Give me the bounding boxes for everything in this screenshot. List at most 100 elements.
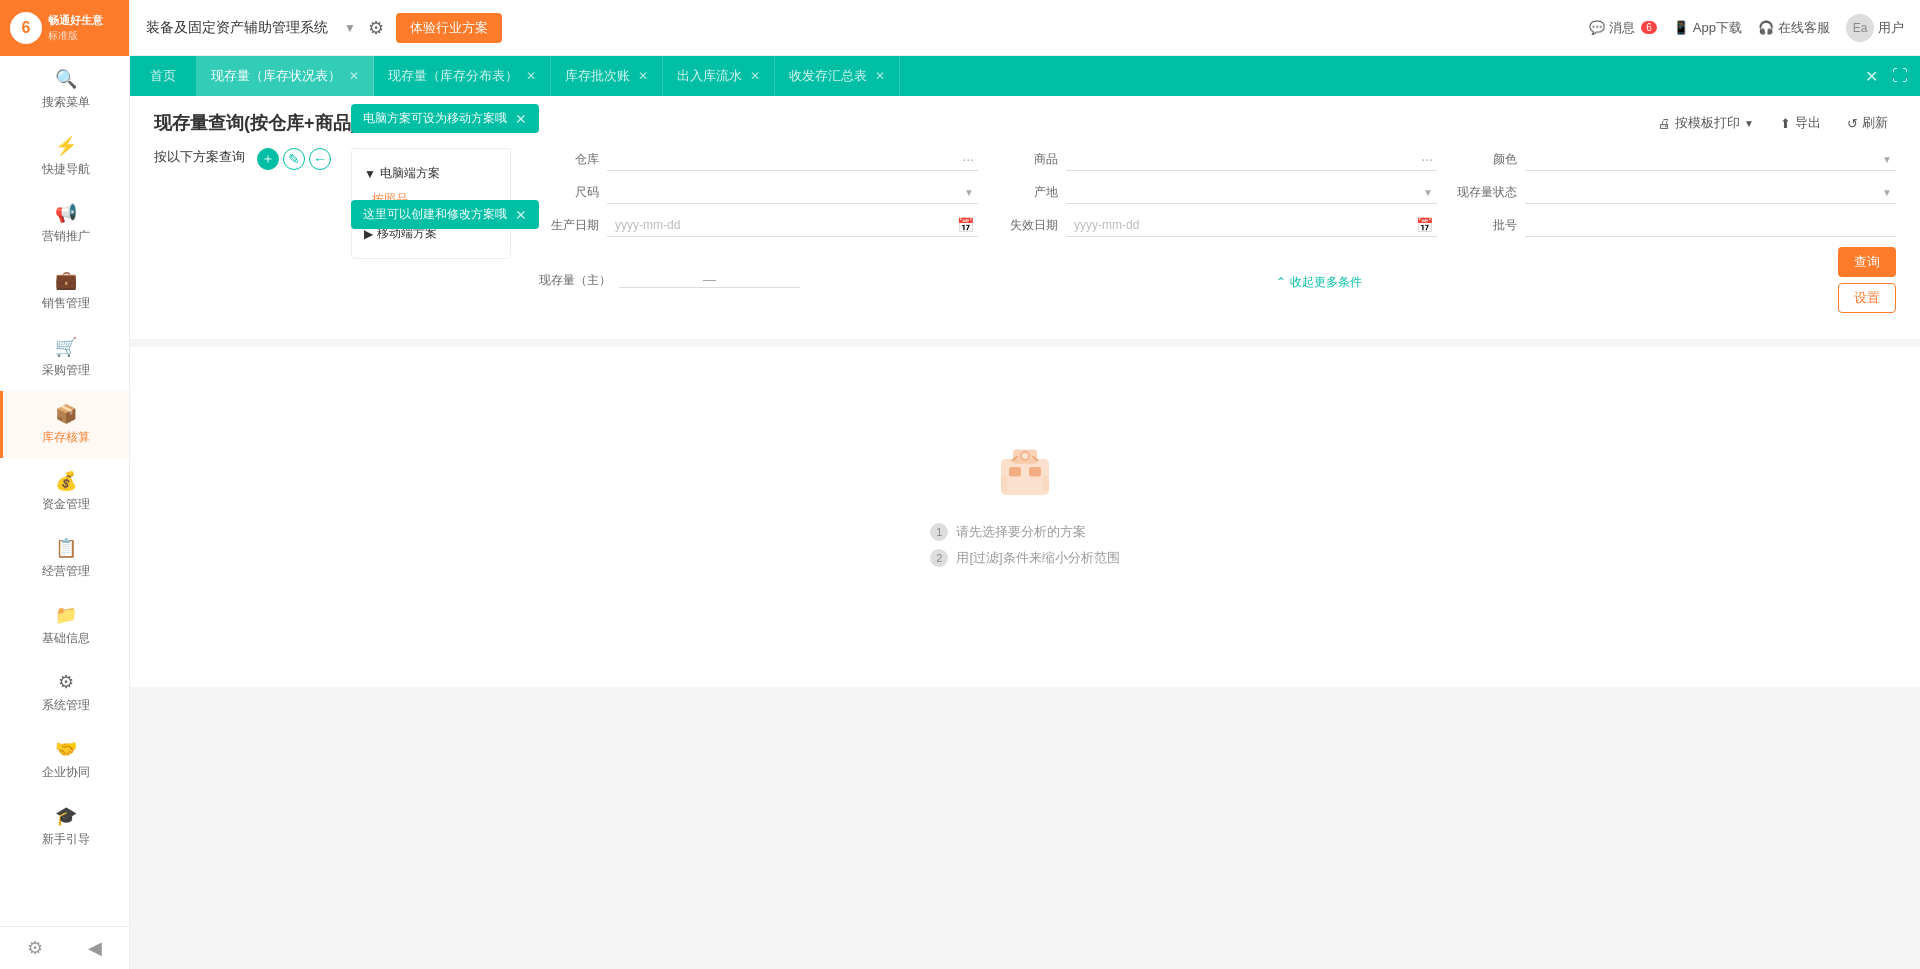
- size-arrow-icon[interactable]: ▼: [964, 187, 978, 198]
- tab-batch-ledger[interactable]: 库存批次账 ✕: [551, 56, 663, 96]
- tab-home[interactable]: 首页: [130, 56, 197, 96]
- content-area: 现存量查询(按仓库+商品) 🖨 按模板打印 ▼ ⬆ 导出 ↺ 刷新: [130, 96, 1920, 969]
- message-btn[interactable]: 💬 消息 6: [1589, 19, 1657, 37]
- sidebar-logo: 6 畅通好生意 标准版: [0, 0, 129, 56]
- size-input[interactable]: [607, 181, 964, 203]
- expiry-date-cal-icon[interactable]: 📅: [1416, 217, 1437, 233]
- app-download-btn[interactable]: 📱 App下载: [1673, 19, 1742, 37]
- stock-status-arrow-icon[interactable]: ▼: [1882, 187, 1896, 198]
- prod-date-input-wrapper: 📅: [607, 214, 978, 237]
- inventory-range-wrapper: —: [619, 272, 800, 288]
- collapse-btn[interactable]: ⌃ 收起更多条件: [1276, 266, 1362, 295]
- empty-state: 1 请先选择要分析的方案 2 用[过滤]条件来缩小分析范围: [130, 347, 1920, 647]
- origin-field: 产地 ▼: [998, 181, 1437, 204]
- add-scheme-tooltip: 电脑方案可设为移动方案哦 ✕: [351, 104, 539, 133]
- origin-input-wrapper: ▼: [1066, 181, 1437, 204]
- color-arrow-icon[interactable]: ▼: [1882, 154, 1896, 165]
- settings-icon[interactable]: ⚙: [368, 17, 384, 39]
- phone-icon: 📱: [1673, 20, 1689, 35]
- sidebar-item-guide[interactable]: 🎓 新手引导: [0, 793, 129, 860]
- edit-tooltip-close[interactable]: ✕: [515, 207, 527, 223]
- fields-row2: 尺码 ▼ 产地 ▼: [539, 181, 1896, 204]
- color-input[interactable]: [1525, 148, 1882, 170]
- tab-close-batch-ledger[interactable]: ✕: [638, 69, 648, 83]
- sidebar-item-marketing[interactable]: 📢 营销推广: [0, 190, 129, 257]
- search-buttons: 查询 设置: [1838, 247, 1896, 313]
- prod-date-input[interactable]: [607, 214, 957, 236]
- inventory-main-field: 现存量（主） —: [539, 272, 800, 289]
- add-tooltip-close[interactable]: ✕: [515, 111, 527, 127]
- tab-close-all-btn[interactable]: ✕: [1861, 65, 1882, 88]
- tab-maximize-btn[interactable]: ⛶: [1888, 65, 1912, 87]
- system-title-arrow: ▼: [344, 21, 356, 35]
- desktop-group-header[interactable]: ▼ 电脑端方案: [352, 161, 510, 186]
- message-badge: 6: [1641, 21, 1657, 34]
- online-support-btn[interactable]: 🎧 在线客服: [1758, 19, 1830, 37]
- size-field: 尺码 ▼: [539, 181, 978, 204]
- sidebar-item-search[interactable]: 🔍 搜索菜单: [0, 56, 129, 123]
- stock-status-input[interactable]: [1525, 181, 1882, 203]
- search-btn[interactable]: 查询: [1838, 247, 1896, 277]
- system-title: 装备及固定资产辅助管理系统: [146, 19, 328, 37]
- batch-no-input[interactable]: [1525, 214, 1896, 236]
- goods-input[interactable]: [1066, 148, 1421, 170]
- section-divider: [130, 339, 1920, 347]
- goods-input-wrapper: ···: [1066, 148, 1437, 171]
- expiry-date-input[interactable]: [1066, 214, 1416, 236]
- tab-close-receive-summary[interactable]: ✕: [875, 69, 885, 83]
- collapse-area: ⌃ 收起更多条件: [820, 266, 1818, 295]
- filter-scheme-row: 按以下方案查询 ＋ ✎ ← 电脑方案可设为移动方案哦 ✕ 这里可以创建和修改方案…: [154, 148, 1896, 313]
- print-arrow-icon: ▼: [1744, 118, 1754, 129]
- sidebar-item-purchase[interactable]: 🛒 采购管理: [0, 324, 129, 391]
- expiry-date-label: 失效日期: [998, 217, 1058, 234]
- back-scheme-btn[interactable]: ←: [309, 148, 331, 170]
- sidebar-item-inventory[interactable]: 📦 库存核算: [0, 391, 129, 458]
- user-avatar-area[interactable]: Ea 用户: [1846, 14, 1904, 42]
- print-btn[interactable]: 🖨 按模板打印 ▼: [1650, 110, 1762, 136]
- goods-dots-btn[interactable]: ···: [1421, 151, 1437, 167]
- tab-receive-summary[interactable]: 收发存汇总表 ✕: [775, 56, 900, 96]
- purchase-icon: 🛒: [55, 336, 77, 358]
- size-input-wrapper: ▼: [607, 181, 978, 204]
- inventory-min-input[interactable]: [619, 273, 699, 287]
- collapse-sidebar-btn[interactable]: ◀: [88, 937, 102, 959]
- fields-area: 仓库 ··· 商品 ···: [539, 148, 1896, 313]
- prod-date-cal-icon[interactable]: 📅: [957, 217, 978, 233]
- sidebar-item-enterprise[interactable]: 🤝 企业协同: [0, 726, 129, 793]
- marketing-icon: 📢: [55, 202, 77, 224]
- reset-btn[interactable]: 设置: [1838, 283, 1896, 313]
- tab-inout-flow[interactable]: 出入库流水 ✕: [663, 56, 775, 96]
- filter-actions: ＋ ✎ ←: [257, 148, 331, 170]
- logo-icon: 6: [10, 12, 42, 44]
- empty-illustration: [985, 427, 1065, 507]
- expiry-date-input-wrapper: 📅: [1066, 214, 1437, 237]
- industry-btn[interactable]: 体验行业方案: [396, 13, 502, 43]
- goods-label: 商品: [998, 151, 1058, 168]
- origin-input[interactable]: [1066, 181, 1423, 203]
- inventory-max-input[interactable]: [720, 273, 800, 287]
- export-btn[interactable]: ⬆ 导出: [1772, 110, 1829, 136]
- tab-close-inventory-dist[interactable]: ✕: [526, 69, 536, 83]
- header-actions: 🖨 按模板打印 ▼ ⬆ 导出 ↺ 刷新: [1650, 110, 1896, 136]
- tab-close-inout-flow[interactable]: ✕: [750, 69, 760, 83]
- sidebar-item-basic[interactable]: 📁 基础信息: [0, 592, 129, 659]
- settings-footer-btn[interactable]: ⚙: [27, 937, 43, 959]
- sidebar-item-operation[interactable]: 📋 经营管理: [0, 525, 129, 592]
- tab-inventory-dist[interactable]: 现存量（库存分布表） ✕: [374, 56, 551, 96]
- edit-scheme-btn[interactable]: ✎: [283, 148, 305, 170]
- logo-text: 畅通好生意 标准版: [48, 13, 103, 42]
- tip-num-1: 1: [930, 523, 948, 541]
- refresh-btn[interactable]: ↺ 刷新: [1839, 110, 1896, 136]
- sidebar-item-sales[interactable]: 💼 销售管理: [0, 257, 129, 324]
- warehouse-input[interactable]: [607, 148, 962, 170]
- prod-date-field: 生产日期 📅: [539, 214, 978, 237]
- page-title: 现存量查询(按仓库+商品): [154, 111, 357, 135]
- add-scheme-btn[interactable]: ＋: [257, 148, 279, 170]
- sidebar-item-finance[interactable]: 💰 资金管理: [0, 458, 129, 525]
- sidebar-item-quick[interactable]: ⚡ 快捷导航: [0, 123, 129, 190]
- tab-inventory-status[interactable]: 现存量（库存状况表） ✕: [197, 56, 374, 96]
- origin-arrow-icon[interactable]: ▼: [1423, 187, 1437, 198]
- tab-close-inventory-status[interactable]: ✕: [349, 69, 359, 83]
- sidebar-item-system[interactable]: ⚙ 系统管理: [0, 659, 129, 726]
- warehouse-dots-btn[interactable]: ···: [962, 151, 978, 167]
